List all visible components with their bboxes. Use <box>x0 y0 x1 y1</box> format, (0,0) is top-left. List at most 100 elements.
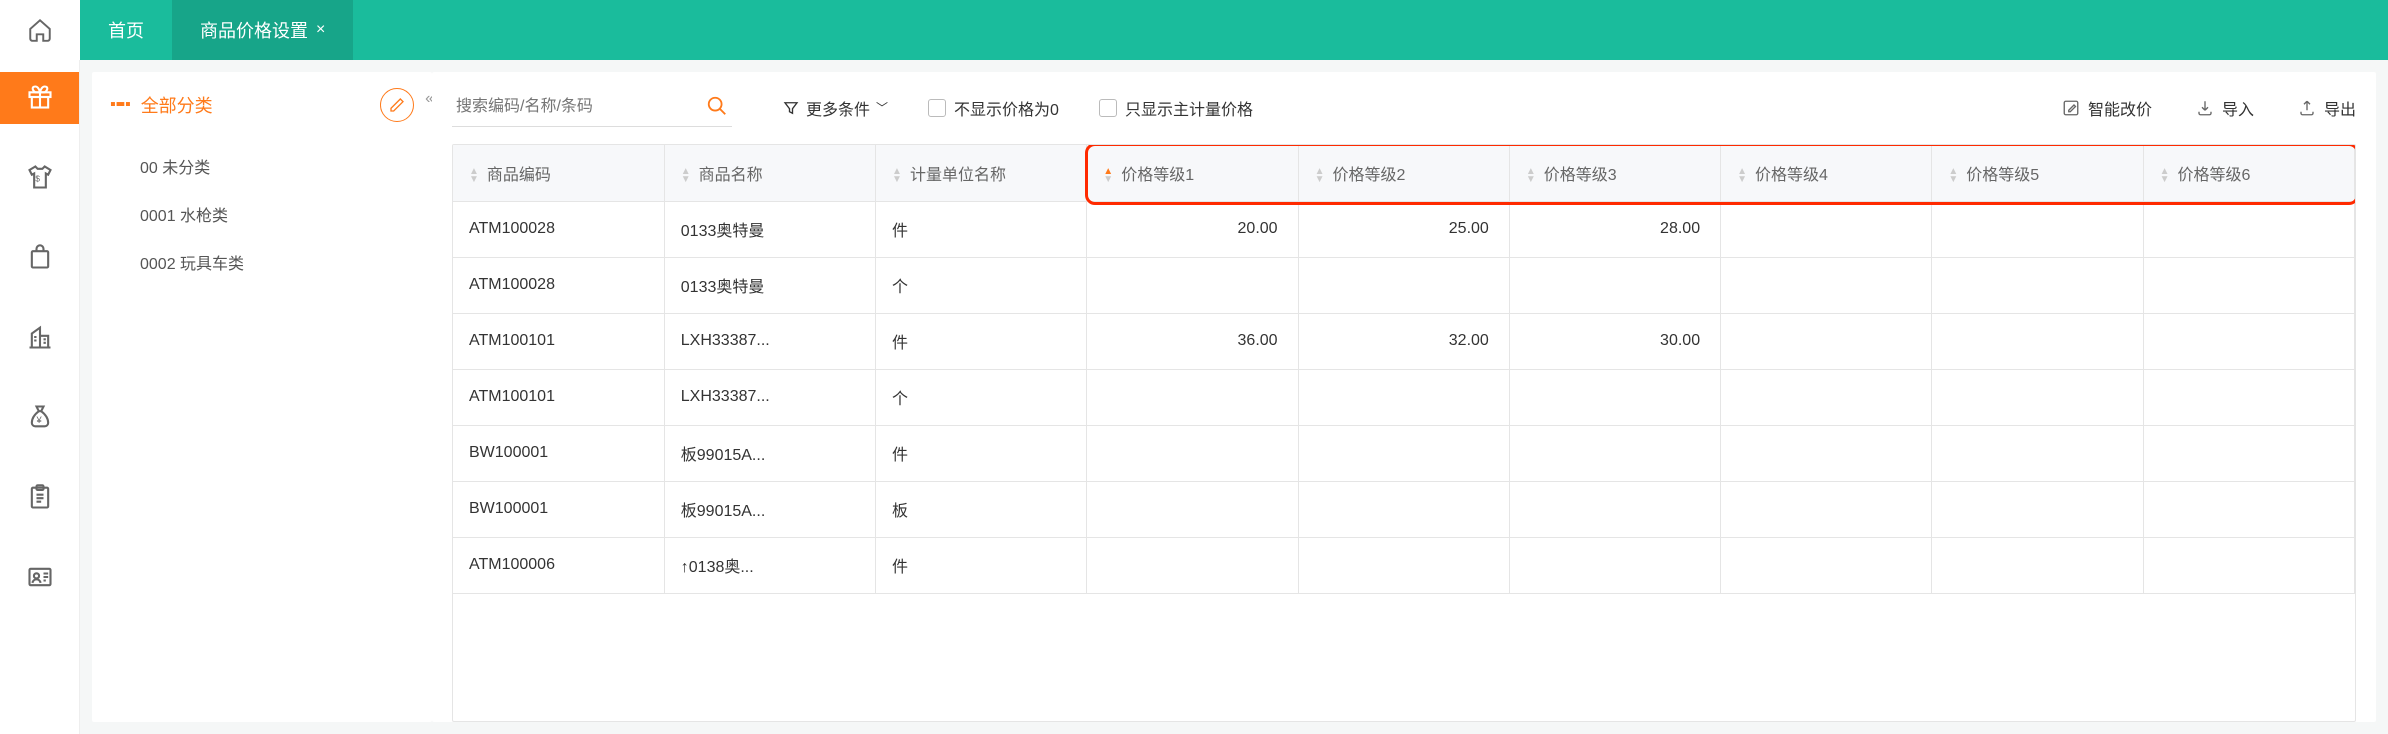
cell-code[interactable]: ATM100101 <box>453 369 664 425</box>
cell-p5[interactable] <box>1932 201 2143 257</box>
cell-p1[interactable] <box>1087 425 1298 481</box>
cell-p3[interactable] <box>1509 481 1720 537</box>
cell-p4[interactable] <box>1721 201 1932 257</box>
smart-edit-button[interactable]: 智能改价 <box>2062 96 2152 120</box>
cell-p4[interactable] <box>1721 313 1932 369</box>
cell-p6[interactable] <box>2143 425 2354 481</box>
column-header-p3[interactable]: ▲▼价格等级3 <box>1509 145 1720 201</box>
tab-price-settings[interactable]: 商品价格设置 × <box>172 0 353 60</box>
category-item[interactable]: 0001 水枪类 <box>92 190 432 238</box>
column-header-p2[interactable]: ▲▼价格等级2 <box>1298 145 1509 201</box>
cell-p6[interactable] <box>2143 313 2354 369</box>
rail-item-tshirt[interactable]: $ <box>0 152 79 204</box>
cell-p1[interactable] <box>1087 257 1298 313</box>
column-header-p1[interactable]: ▲▼价格等级1 <box>1087 145 1298 201</box>
cell-p6[interactable] <box>2143 537 2354 593</box>
cell-code[interactable]: ATM100028 <box>453 257 664 313</box>
cell-p4[interactable] <box>1721 257 1932 313</box>
cell-p1[interactable]: 20.00 <box>1087 201 1298 257</box>
tab-home[interactable]: 首页 <box>80 0 172 60</box>
table-row[interactable]: BW100001板99015A...板 <box>453 481 2355 537</box>
cell-p1[interactable] <box>1087 481 1298 537</box>
cell-p5[interactable] <box>1932 257 2143 313</box>
column-header-p5[interactable]: ▲▼价格等级5 <box>1932 145 2143 201</box>
cell-p3[interactable]: 28.00 <box>1509 201 1720 257</box>
cell-p1[interactable] <box>1087 369 1298 425</box>
search-button[interactable] <box>706 95 728 120</box>
table-row[interactable]: ATM100101LXH33387...件36.0032.0030.00 <box>453 313 2355 369</box>
cell-unit[interactable]: 件 <box>876 537 1087 593</box>
export-button[interactable]: 导出 <box>2298 96 2356 120</box>
cell-p2[interactable]: 25.00 <box>1298 201 1509 257</box>
category-item[interactable]: 0002 玩具车类 <box>92 238 432 286</box>
cell-name[interactable]: 0133奥特曼 <box>664 201 875 257</box>
cell-unit[interactable]: 件 <box>876 425 1087 481</box>
show-main-unit-checkbox[interactable]: 只显示主计量价格 <box>1099 96 1253 120</box>
column-header-code[interactable]: ▲▼商品编码 <box>453 145 664 201</box>
cell-p6[interactable] <box>2143 369 2354 425</box>
edit-category-button[interactable] <box>380 88 414 122</box>
cell-p6[interactable] <box>2143 481 2354 537</box>
cell-name[interactable]: 板99015A... <box>664 481 875 537</box>
cell-code[interactable]: ATM100028 <box>453 201 664 257</box>
cell-p5[interactable] <box>1932 313 2143 369</box>
close-icon[interactable]: × <box>316 21 325 39</box>
cell-p4[interactable] <box>1721 369 1932 425</box>
cell-p1[interactable] <box>1087 537 1298 593</box>
cell-p2[interactable] <box>1298 481 1509 537</box>
cell-p5[interactable] <box>1932 369 2143 425</box>
cell-p6[interactable] <box>2143 201 2354 257</box>
more-filters-button[interactable]: 更多条件 ﹀ <box>782 96 888 120</box>
cell-p5[interactable] <box>1932 481 2143 537</box>
search-input[interactable] <box>452 89 732 127</box>
cell-name[interactable]: LXH33387... <box>664 313 875 369</box>
cell-p3[interactable] <box>1509 369 1720 425</box>
cell-p3[interactable] <box>1509 257 1720 313</box>
cell-p2[interactable]: 32.00 <box>1298 313 1509 369</box>
table-row[interactable]: BW100001板99015A...件 <box>453 425 2355 481</box>
cell-unit[interactable]: 件 <box>876 313 1087 369</box>
cell-code[interactable]: BW100001 <box>453 481 664 537</box>
cell-code[interactable]: ATM100006 <box>453 537 664 593</box>
cell-unit[interactable]: 个 <box>876 369 1087 425</box>
rail-item-contact[interactable] <box>0 552 79 604</box>
rail-item-bag[interactable] <box>0 232 79 284</box>
cell-p3[interactable]: 30.00 <box>1509 313 1720 369</box>
rail-item-money[interactable]: ¥ <box>0 392 79 444</box>
cell-code[interactable]: ATM100101 <box>453 313 664 369</box>
table-row[interactable]: ATM100101LXH33387...个 <box>453 369 2355 425</box>
cell-p5[interactable] <box>1932 425 2143 481</box>
cell-p4[interactable] <box>1721 537 1932 593</box>
column-header-p6[interactable]: ▲▼价格等级6 <box>2143 145 2354 201</box>
cell-p2[interactable] <box>1298 425 1509 481</box>
cell-p2[interactable] <box>1298 537 1509 593</box>
cell-p1[interactable]: 36.00 <box>1087 313 1298 369</box>
column-header-p4[interactable]: ▲▼价格等级4 <box>1721 145 1932 201</box>
cell-p3[interactable] <box>1509 537 1720 593</box>
cell-unit[interactable]: 板 <box>876 481 1087 537</box>
column-header-name[interactable]: ▲▼商品名称 <box>664 145 875 201</box>
table-row[interactable]: ATM1000280133奥特曼件20.0025.0028.00 <box>453 201 2355 257</box>
column-header-unit[interactable]: ▲▼计量单位名称 <box>876 145 1087 201</box>
cell-unit[interactable]: 件 <box>876 201 1087 257</box>
rail-item-building[interactable] <box>0 312 79 364</box>
cell-name[interactable]: 板99015A... <box>664 425 875 481</box>
cell-p2[interactable] <box>1298 369 1509 425</box>
table-row[interactable]: ATM100006↑0138奥...件 <box>453 537 2355 593</box>
hide-zero-price-checkbox[interactable]: 不显示价格为0 <box>928 96 1059 120</box>
import-button[interactable]: 导入 <box>2196 96 2254 120</box>
rail-item-clipboard[interactable] <box>0 472 79 524</box>
cell-p2[interactable] <box>1298 257 1509 313</box>
cell-name[interactable]: 0133奥特曼 <box>664 257 875 313</box>
cell-p3[interactable] <box>1509 425 1720 481</box>
category-item[interactable]: 00 未分类 <box>92 142 432 190</box>
cell-code[interactable]: BW100001 <box>453 425 664 481</box>
cell-p6[interactable] <box>2143 257 2354 313</box>
cell-p5[interactable] <box>1932 537 2143 593</box>
rail-item-gift[interactable] <box>0 72 79 124</box>
cell-p4[interactable] <box>1721 425 1932 481</box>
cell-unit[interactable]: 个 <box>876 257 1087 313</box>
topbar-home-button[interactable] <box>0 0 80 60</box>
cell-name[interactable]: LXH33387... <box>664 369 875 425</box>
table-row[interactable]: ATM1000280133奥特曼个 <box>453 257 2355 313</box>
